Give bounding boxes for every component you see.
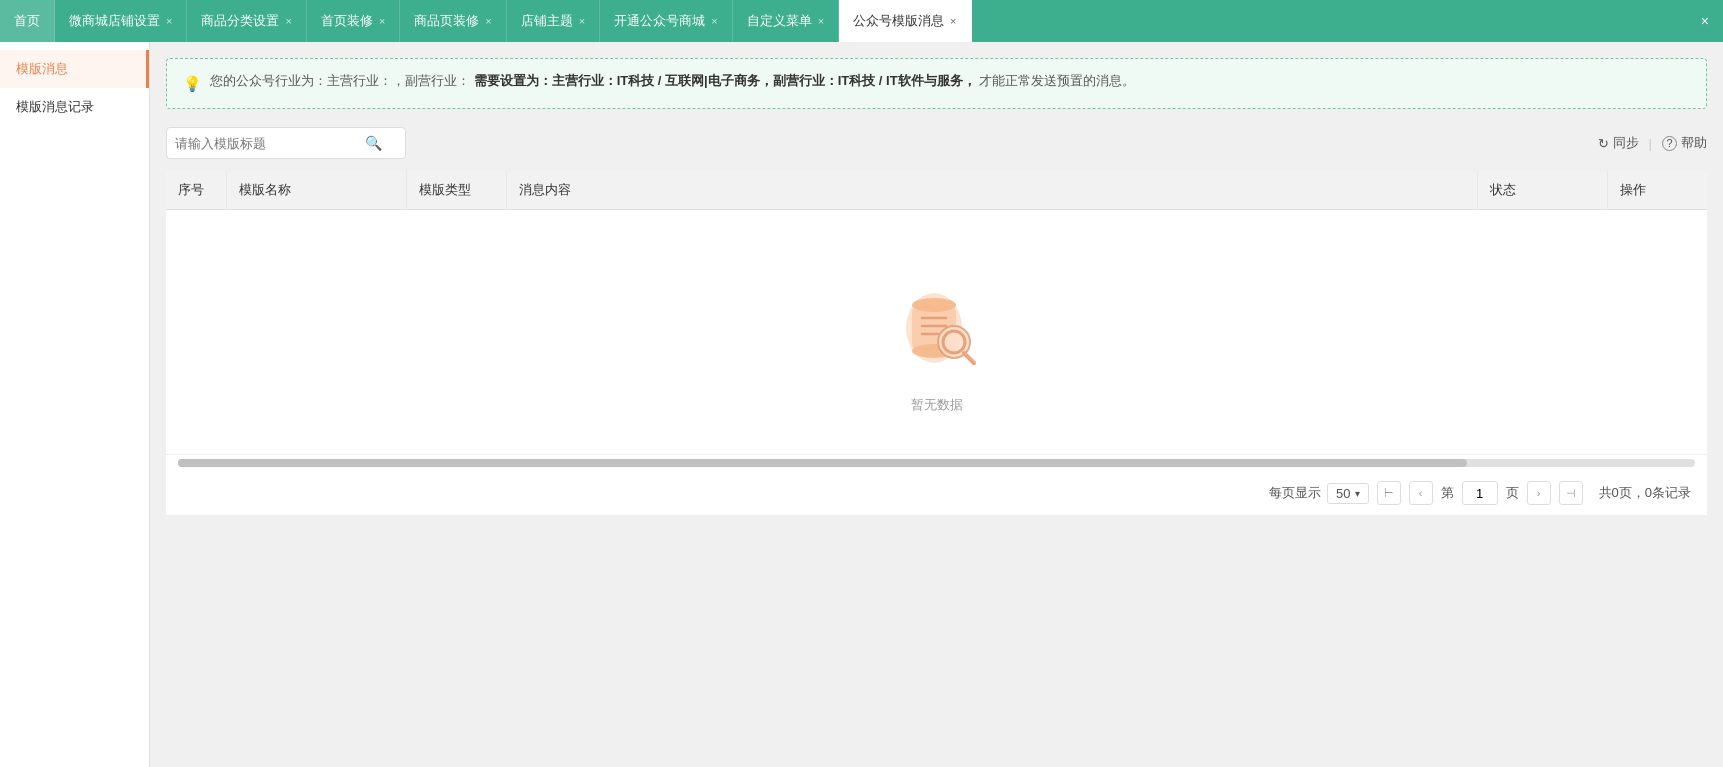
data-table: 序号 模版名称 模版类型 消息内容 状态 操作: [166, 171, 1707, 210]
help-button[interactable]: ? 帮助: [1662, 134, 1707, 152]
notice-text: 您的公众号行业为：主营行业：，副营行业： 需要设置为：主营行业：IT科技 / 互…: [210, 71, 1135, 92]
page-size-value: 50: [1336, 486, 1350, 501]
nav-tab-wechat-shop[interactable]: 微商城店铺设置 ×: [55, 0, 187, 42]
col-content: 消息内容: [506, 171, 1477, 210]
last-page-button[interactable]: ⊣: [1559, 481, 1583, 505]
page-summary: 共0页，0条记录: [1599, 484, 1691, 502]
notice-box: 💡 您的公众号行业为：主营行业：，副营行业： 需要设置为：主营行业：IT科技 /…: [166, 58, 1707, 109]
col-action: 操作: [1607, 171, 1707, 210]
search-input[interactable]: [175, 136, 365, 151]
table-wrapper: 序号 模版名称 模版类型 消息内容 状态 操作: [166, 171, 1707, 471]
search-box: 🔍: [166, 127, 406, 159]
close-icon[interactable]: ×: [166, 15, 172, 27]
nav-tab-shop-theme[interactable]: 店铺主题 ×: [507, 0, 600, 42]
search-icon[interactable]: 🔍: [365, 135, 382, 151]
content-area: 💡 您的公众号行业为：主营行业：，副营行业： 需要设置为：主营行业：IT科技 /…: [150, 42, 1723, 767]
chevron-down-icon: ▾: [1355, 488, 1360, 499]
close-icon[interactable]: ×: [379, 15, 385, 27]
col-index: 序号: [166, 171, 226, 210]
sidebar-item-template-msg-record[interactable]: 模版消息记录: [0, 88, 149, 126]
toolbar-divider: |: [1649, 136, 1652, 151]
scrollbar-track[interactable]: [178, 459, 1695, 467]
col-type: 模版类型: [406, 171, 506, 210]
close-icon[interactable]: ×: [285, 15, 291, 27]
help-icon: ?: [1662, 136, 1677, 151]
first-page-button[interactable]: ⊢: [1377, 481, 1401, 505]
prev-page-button[interactable]: ‹: [1409, 481, 1433, 505]
close-icon[interactable]: ×: [950, 15, 956, 27]
svg-point-5: [912, 298, 956, 312]
page-size-box[interactable]: 50 ▾: [1327, 483, 1368, 504]
col-name: 模版名称: [226, 171, 406, 210]
empty-text: 暂无数据: [911, 396, 963, 414]
empty-icon: [882, 270, 992, 380]
nav-tab-template-msg[interactable]: 公众号模版消息 ×: [839, 0, 971, 42]
scrollbar-row: [166, 454, 1707, 471]
sync-icon: ↻: [1598, 136, 1609, 151]
top-nav: 首页 微商城店铺设置 × 商品分类设置 × 首页装修 × 商品页装修 × 店铺主…: [0, 0, 1723, 42]
empty-state: 暂无数据: [166, 210, 1707, 454]
page-label: 第: [1441, 484, 1454, 502]
close-icon[interactable]: ×: [485, 15, 491, 27]
nav-tab-product-category[interactable]: 商品分类设置 ×: [187, 0, 306, 42]
pagination: 每页显示 50 ▾ ⊢ ‹ 第 页 › ⊣ 共0页，0条记录: [166, 471, 1707, 515]
search-row: 🔍 ↻ 同步 | ? 帮助: [166, 127, 1707, 159]
close-icon[interactable]: ×: [818, 15, 824, 27]
close-icon[interactable]: ×: [579, 15, 585, 27]
col-status: 状态: [1477, 171, 1607, 210]
sidebar: 模版消息 模版消息记录: [0, 42, 150, 767]
sync-button[interactable]: ↻ 同步: [1598, 134, 1639, 152]
page-size-label: 每页显示: [1269, 484, 1321, 502]
lightbulb-icon: 💡: [183, 72, 202, 96]
nav-tab-open-mall[interactable]: 开通公众号商城 ×: [600, 0, 732, 42]
page-unit: 页: [1506, 484, 1519, 502]
nav-tab-home[interactable]: 首页: [0, 0, 55, 42]
nav-tab-home-decor[interactable]: 首页装修 ×: [307, 0, 400, 42]
nav-tab-custom-menu[interactable]: 自定义菜单 ×: [733, 0, 839, 42]
sidebar-item-template-msg[interactable]: 模版消息: [0, 50, 149, 88]
next-page-button[interactable]: ›: [1527, 481, 1551, 505]
page-input[interactable]: [1462, 481, 1498, 505]
main-layout: 模版消息 模版消息记录 💡 您的公众号行业为：主营行业：，副营行业： 需要设置为…: [0, 42, 1723, 767]
scrollbar-thumb[interactable]: [178, 459, 1467, 467]
close-all-button[interactable]: ×: [1687, 13, 1723, 29]
toolbar-right: ↻ 同步 | ? 帮助: [1598, 134, 1707, 152]
nav-tab-product-decor[interactable]: 商品页装修 ×: [400, 0, 506, 42]
page-size-selector: 每页显示 50 ▾: [1269, 483, 1368, 504]
close-icon[interactable]: ×: [711, 15, 717, 27]
